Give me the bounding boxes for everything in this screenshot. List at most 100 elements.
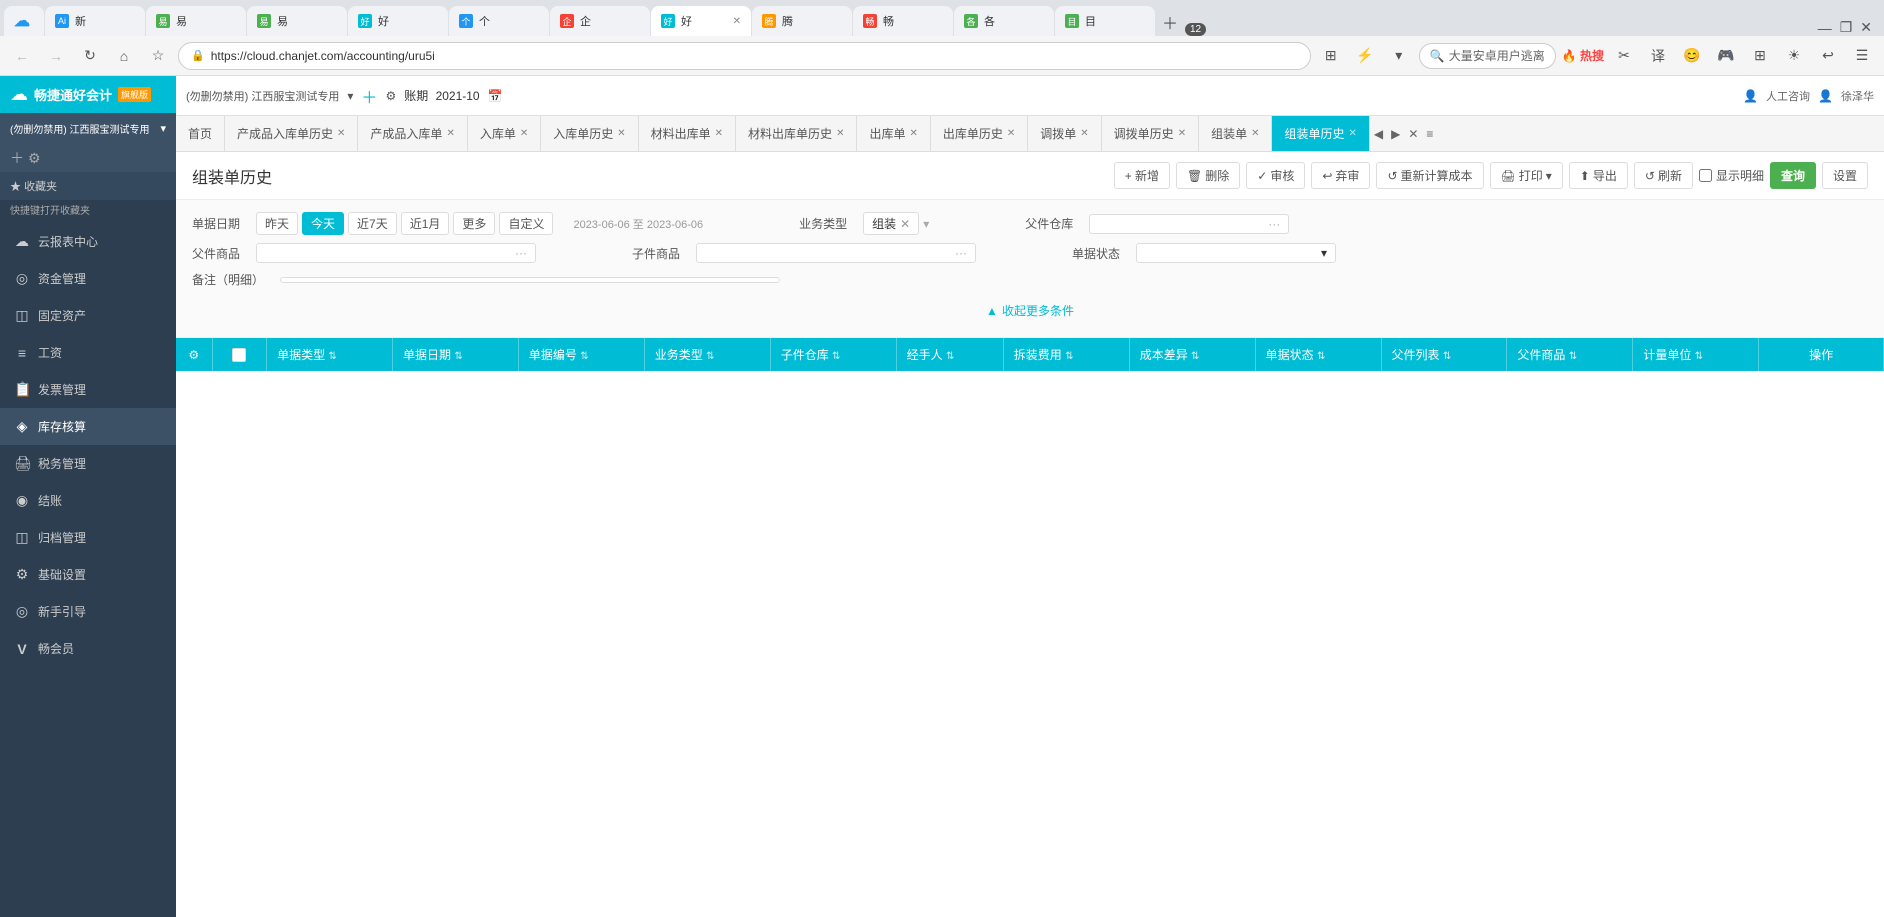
tab-menu-button[interactable]: ≡: [1422, 127, 1437, 141]
display-toggle-checkbox[interactable]: [1699, 169, 1712, 182]
calendar-icon[interactable]: 📅: [488, 89, 503, 103]
parent-warehouse-input[interactable]: ···: [1089, 214, 1289, 234]
sidebar-item-salary[interactable]: ≡ 工资: [0, 334, 176, 371]
tab-close-stock-in[interactable]: ✕: [520, 128, 528, 139]
sidebar-item-member[interactable]: V 畅会员: [0, 630, 176, 667]
sidebar-item-assets[interactable]: ◫ 固定资产: [0, 297, 176, 334]
print-button[interactable]: 🖨 打印 ▾: [1490, 162, 1563, 189]
th-disassemble-fee[interactable]: 拆装费用 ⇅: [1003, 338, 1129, 371]
tab-stock-in[interactable]: 入库单 ✕: [468, 116, 541, 152]
tab-close-stock-out-history[interactable]: ✕: [1007, 128, 1015, 139]
sidebar-item-account[interactable]: ◉ 结账: [0, 482, 176, 519]
parent-goods-more-icon[interactable]: ···: [515, 246, 527, 260]
notes-input[interactable]: [280, 277, 780, 283]
th-cost-diff[interactable]: 成本差异 ⇅: [1129, 338, 1255, 371]
audit-button[interactable]: ✓ 审核: [1246, 162, 1305, 189]
brightness-button[interactable]: ☀: [1780, 42, 1808, 70]
reload-button[interactable]: ↻: [76, 42, 104, 70]
back-button[interactable]: ←: [8, 42, 36, 70]
tab-close-assemble[interactable]: ✕: [1251, 128, 1259, 139]
forward-button[interactable]: →: [42, 42, 70, 70]
refresh-button[interactable]: ↺ 刷新: [1634, 162, 1693, 189]
tab-close-produce-in-history[interactable]: ✕: [337, 128, 345, 139]
sidebar-item-finance[interactable]: ◎ 资金管理: [0, 260, 176, 297]
query-button[interactable]: 查询: [1770, 162, 1816, 189]
translate-button[interactable]: 译: [1644, 42, 1672, 70]
add-company-icon[interactable]: ＋: [10, 148, 24, 168]
browser-tab-9[interactable]: 畅 畅: [853, 6, 953, 36]
select-all-checkbox[interactable]: [232, 348, 246, 362]
tab-close-stock-out[interactable]: ✕: [909, 128, 917, 139]
tab-assemble[interactable]: 组装单 ✕: [1199, 116, 1272, 152]
tab-adjust[interactable]: 调拨单 ✕: [1028, 116, 1101, 152]
biz-type-dropdown-icon[interactable]: ▾: [923, 217, 929, 231]
th-date[interactable]: 单据日期 ⇅: [392, 338, 518, 371]
tab-home[interactable]: 首页: [176, 116, 225, 152]
child-goods-input[interactable]: ···: [696, 243, 976, 263]
tab-adjust-history[interactable]: 调拨单历史 ✕: [1102, 116, 1199, 152]
settings-filter-button[interactable]: 设置: [1822, 162, 1868, 189]
bookmark-button[interactable]: ☆: [144, 42, 172, 70]
biz-type-tag-close[interactable]: ✕: [900, 217, 910, 231]
7days-btn[interactable]: 近7天: [348, 212, 397, 235]
tab-close-adjust[interactable]: ✕: [1080, 128, 1088, 139]
browser-tab-1[interactable]: Ai 新: [45, 6, 145, 36]
search-bar[interactable]: 🔍 大量安卓用户逃离: [1419, 43, 1556, 69]
support-button[interactable]: 人工咨询: [1766, 88, 1810, 104]
settings-table-icon[interactable]: ⚙: [188, 348, 199, 362]
browser-tab-10[interactable]: 各 各: [954, 6, 1054, 36]
th-type[interactable]: 单据类型 ⇅: [267, 338, 393, 371]
th-parent-goods[interactable]: 父件商品 ⇅: [1507, 338, 1633, 371]
address-bar[interactable]: 🔒 https://cloud.chanjet.com/accounting/u…: [178, 42, 1311, 70]
tab-scroll-right[interactable]: ▶: [1387, 127, 1404, 141]
home-button[interactable]: ⌂: [110, 42, 138, 70]
tab-produce-in[interactable]: 产成品入库单 ✕: [358, 116, 467, 152]
abandon-button[interactable]: ↩ 弃审: [1311, 162, 1370, 189]
tab-close-stock-in-history[interactable]: ✕: [617, 128, 625, 139]
browser-tab-5[interactable]: 个 个: [449, 6, 549, 36]
new-tab-button[interactable]: ＋: [1156, 8, 1184, 36]
sidebar-item-invoice[interactable]: 📋 发票管理: [0, 371, 176, 408]
browser-tab-7-active[interactable]: 好 好 ✕: [651, 6, 751, 36]
th-checkbox[interactable]: [212, 338, 267, 371]
sidebar-item-guide[interactable]: ◎ 新手引导: [0, 593, 176, 630]
add-button[interactable]: + 新增: [1114, 162, 1170, 189]
th-parent-list[interactable]: 父件列表 ⇅: [1381, 338, 1507, 371]
nav-dropdown-button[interactable]: ▾: [1385, 42, 1413, 70]
game-button[interactable]: 🎮: [1712, 42, 1740, 70]
tab-close-adjust-history[interactable]: ✕: [1178, 128, 1186, 139]
minimize-button[interactable]: —: [1818, 20, 1832, 36]
tab-scroll-left[interactable]: ◀: [1370, 127, 1387, 141]
grid-button[interactable]: ⊞: [1746, 42, 1774, 70]
tab-produce-in-history[interactable]: 产成品入库单历史 ✕: [225, 116, 358, 152]
sidebar-item-settings[interactable]: ⚙ 基础设置: [0, 556, 176, 593]
user-name[interactable]: 徐泽华: [1841, 88, 1874, 104]
th-unit[interactable]: 计量单位 ⇅: [1633, 338, 1759, 371]
close-window-button[interactable]: ✕: [1860, 19, 1872, 36]
order-status-dropdown[interactable]: ▾: [1136, 243, 1336, 263]
th-handler[interactable]: 经手人 ⇅: [896, 338, 1003, 371]
1month-btn[interactable]: 近1月: [401, 212, 450, 235]
topbar-arrow[interactable]: ▾: [347, 89, 353, 103]
lightning-button[interactable]: ⚡: [1351, 42, 1379, 70]
more-btn[interactable]: 更多: [453, 212, 495, 235]
maximize-button[interactable]: ❐: [1840, 19, 1853, 36]
browser-tab-4[interactable]: 好 好: [348, 6, 448, 36]
recalculate-button[interactable]: ↺ 重新计算成本: [1376, 162, 1483, 189]
sidebar-item-archive[interactable]: ◫ 归档管理: [0, 519, 176, 556]
tab-close-material-out[interactable]: ✕: [715, 128, 723, 139]
scissors-button[interactable]: ✂: [1610, 42, 1638, 70]
display-toggle[interactable]: 显示明细: [1699, 167, 1764, 184]
sidebar-item-stock[interactable]: ◈ 库存核算: [0, 408, 176, 445]
th-settings[interactable]: ⚙: [176, 338, 212, 371]
tab-close-material-out-history[interactable]: ✕: [836, 128, 844, 139]
th-number[interactable]: 单据编号 ⇅: [518, 338, 644, 371]
today-btn[interactable]: 今天: [302, 212, 344, 235]
parent-warehouse-more-icon[interactable]: ···: [1268, 217, 1280, 231]
tab-material-out-history[interactable]: 材料出库单历史 ✕: [736, 116, 857, 152]
sidebar-company[interactable]: (勿删勿禁用) 江西服宝测试专用 ▾: [0, 113, 176, 144]
settings-company-icon[interactable]: ⚙: [28, 150, 41, 167]
tab-assemble-history[interactable]: 组装单历史 ✕: [1272, 116, 1369, 152]
tab-material-out[interactable]: 材料出库单 ✕: [639, 116, 736, 152]
delete-button[interactable]: 🗑 删除: [1176, 162, 1240, 189]
